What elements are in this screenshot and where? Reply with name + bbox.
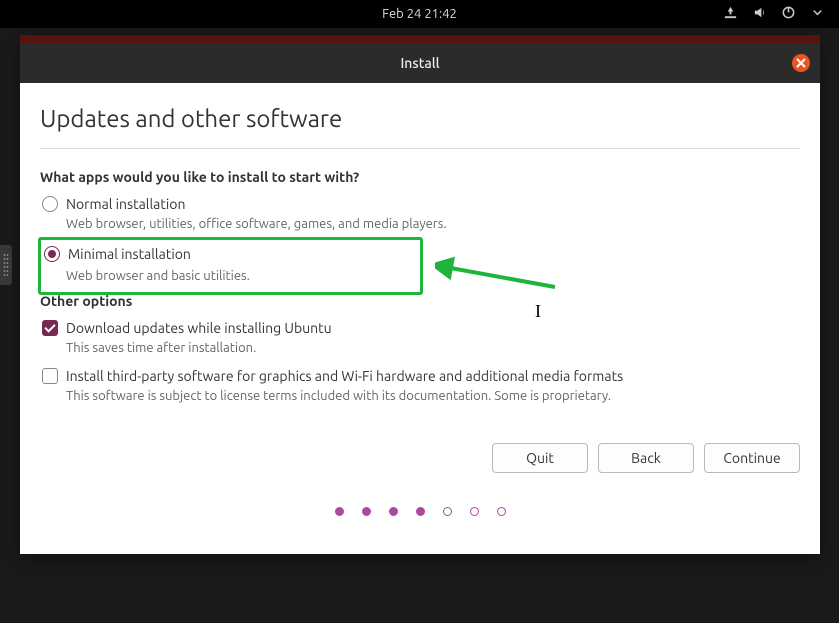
third-party-desc: This software is subject to license term… xyxy=(66,389,800,403)
topbar-datetime: Feb 24 21:42 xyxy=(382,7,457,21)
radio-icon xyxy=(44,246,60,262)
pager-dot xyxy=(362,507,371,516)
installer-window: Install Updates and other software What … xyxy=(20,35,820,554)
volume-icon[interactable] xyxy=(752,5,767,23)
radio-minimal-install[interactable]: Minimal installation xyxy=(40,241,800,267)
checkbox-icon xyxy=(42,320,58,336)
window-title: Install xyxy=(400,55,439,71)
quit-button[interactable]: Quit xyxy=(492,443,588,473)
pager-dot xyxy=(470,507,479,516)
back-button[interactable]: Back xyxy=(598,443,694,473)
other-options-heading: Other options xyxy=(40,293,800,309)
checkbox-label: Install third-party software for graphic… xyxy=(66,368,623,384)
dock-handle[interactable] xyxy=(0,245,12,285)
pager-dot xyxy=(389,507,398,516)
checkbox-label: Download updates while installing Ubuntu xyxy=(66,320,332,336)
button-row: Quit Back Continue xyxy=(40,443,800,473)
window-titlebar: Install xyxy=(20,43,820,83)
page-title: Updates and other software xyxy=(40,105,800,149)
step-pager xyxy=(40,507,800,536)
chevron-down-icon[interactable] xyxy=(810,5,825,23)
download-updates-desc: This saves time after installation. xyxy=(66,341,800,355)
checkbox-icon xyxy=(42,368,58,384)
pager-dot xyxy=(497,507,506,516)
minimal-install-desc: Web browser and basic utilities. xyxy=(66,269,800,283)
continue-button[interactable]: Continue xyxy=(704,443,800,473)
accent-strip xyxy=(20,35,820,43)
radio-icon xyxy=(42,196,58,212)
pager-dot xyxy=(335,507,344,516)
checkbox-third-party[interactable]: Install third-party software for graphic… xyxy=(40,365,800,387)
apps-heading: What apps would you like to install to s… xyxy=(40,169,800,185)
close-icon xyxy=(796,58,806,68)
network-icon[interactable] xyxy=(723,5,738,23)
radio-normal-install[interactable]: Normal installation xyxy=(40,193,800,215)
pager-dot xyxy=(443,507,452,516)
radio-label: Normal installation xyxy=(66,196,185,212)
desktop-topbar: Feb 24 21:42 xyxy=(0,0,839,28)
close-button[interactable] xyxy=(792,54,810,72)
normal-install-desc: Web browser, utilities, office software,… xyxy=(66,217,800,231)
checkbox-download-updates[interactable]: Download updates while installing Ubuntu xyxy=(40,317,800,339)
radio-label: Minimal installation xyxy=(68,246,191,262)
power-icon[interactable] xyxy=(781,5,796,23)
pager-dot xyxy=(416,507,425,516)
